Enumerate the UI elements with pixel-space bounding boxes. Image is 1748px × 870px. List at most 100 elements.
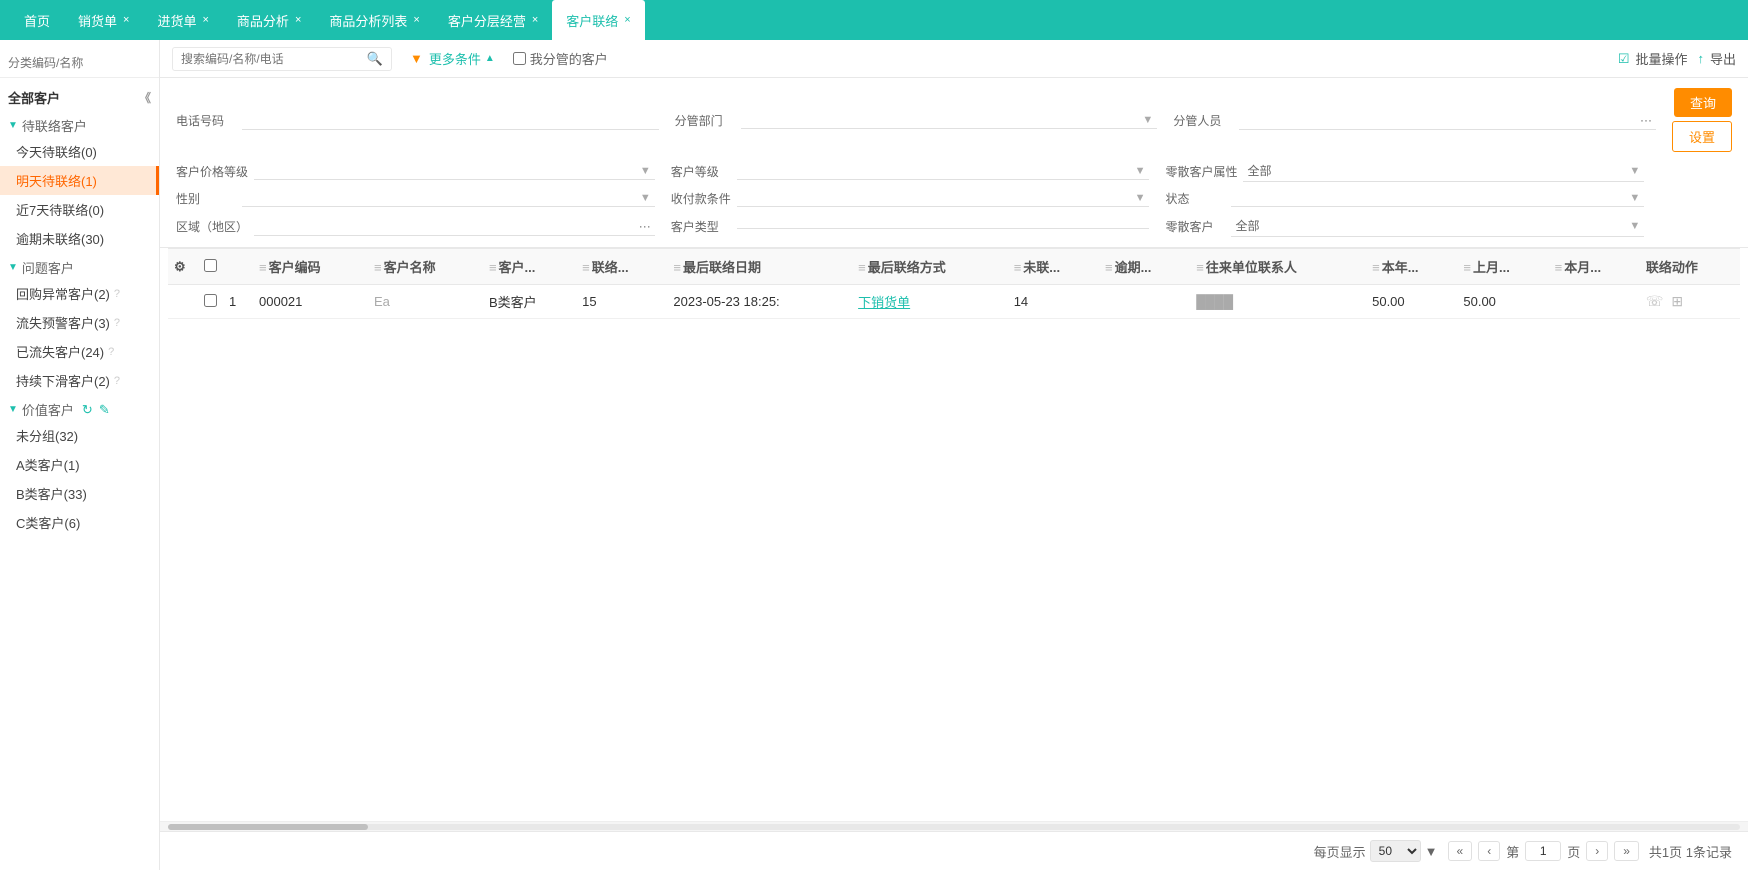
query-btn[interactable]: 查询 [1674, 88, 1732, 117]
my-customers-label: 我分管的客户 [530, 49, 608, 68]
nav-sales-order-close[interactable]: × [123, 14, 129, 26]
nav-product-analysis[interactable]: 商品分析 × [223, 0, 315, 40]
division-dept-select[interactable]: ▼ [741, 112, 1158, 129]
help-icon-2[interactable]: ? [114, 317, 120, 329]
nav-home[interactable]: 首页 [10, 0, 64, 40]
th-overdue[interactable]: ≡逾期... [1099, 249, 1190, 285]
help-icon-1[interactable]: ? [114, 288, 120, 300]
retail-attr-select[interactable]: 全部 ▼ [1243, 160, 1644, 182]
price-level-select[interactable]: ▼ [254, 163, 655, 180]
filter-search-icon[interactable]: 🔍 [367, 51, 383, 67]
page-size-select[interactable]: 2050100200 [1370, 840, 1421, 862]
nav-customer-contact-close[interactable]: × [624, 14, 630, 26]
nav-purchase-order-close[interactable]: × [202, 14, 208, 26]
payment-terms-select[interactable]: ▼ [737, 190, 1150, 207]
problem-triangle-icon: ▼ [8, 262, 18, 273]
sidebar-b-class[interactable]: B类客户(33) [0, 479, 159, 508]
more-conditions-btn[interactable]: ▼ 更多条件 ▲ [402, 46, 503, 71]
sidebar: 🔍 全部客户 《 ▼ 待联络客户 今天待联络(0) 明天待联络(1) 近7天待联… [0, 40, 160, 870]
export-btn[interactable]: ↑ 导出 [1697, 49, 1736, 68]
sidebar-search-box[interactable]: 🔍 [0, 48, 159, 78]
last-page-btn[interactable]: » [1614, 841, 1639, 861]
sidebar-c-class[interactable]: C类客户(6) [0, 508, 159, 537]
sidebar-declining[interactable]: 持续下滑客户(2) ? [0, 366, 159, 395]
value-edit-icon[interactable]: ✎ [99, 402, 110, 418]
status-field: 状态 ▼ [1165, 190, 1644, 207]
settings-icon[interactable]: ⚙ [174, 259, 186, 274]
scrollbar-track[interactable] [168, 824, 1740, 830]
sidebar-repurchase-abnormal[interactable]: 回购异常客户(2) ? [0, 279, 159, 308]
nav-product-analysis-list-close[interactable]: × [413, 14, 419, 26]
cell-last-contact-method[interactable]: 下销货单 [852, 285, 1008, 319]
page-number-input[interactable] [1525, 841, 1561, 861]
th-last-month[interactable]: ≡上月... [1457, 249, 1548, 285]
th-code[interactable]: ≡客户编码 [253, 249, 368, 285]
sidebar-search-input[interactable] [8, 56, 160, 70]
phone-input[interactable] [242, 111, 659, 130]
filter-search-input[interactable] [181, 52, 367, 66]
sidebar-tomorrow-pending[interactable]: 明天待联络(1) [0, 166, 159, 195]
division-dept-arrow: ▼ [1142, 114, 1153, 126]
row-checkbox[interactable] [204, 294, 217, 307]
contact-method-link[interactable]: 下销货单 [858, 295, 910, 310]
nav-product-analysis-list[interactable]: 商品分析列表 × [315, 0, 433, 40]
next-page-btn[interactable]: › [1586, 841, 1608, 861]
nav-customer-tier-close[interactable]: × [532, 14, 538, 26]
nav-product-analysis-close[interactable]: × [295, 14, 301, 26]
division-person-select[interactable]: ··· [1239, 111, 1656, 130]
region-dots[interactable]: ··· [639, 219, 651, 233]
sidebar-ungrouped[interactable]: 未分组(32) [0, 421, 159, 450]
status-select[interactable]: ▼ [1231, 190, 1644, 207]
th-contacts[interactable]: ≡联络... [576, 249, 667, 285]
horizontal-scrollbar[interactable] [160, 821, 1748, 831]
th-type[interactable]: ≡客户... [483, 249, 576, 285]
th-name[interactable]: ≡客户名称 [368, 249, 483, 285]
payment-terms-arrow: ▼ [1135, 192, 1146, 204]
sidebar-a-class[interactable]: A类客户(1) [0, 450, 159, 479]
setting-btn[interactable]: 设置 [1672, 121, 1732, 152]
action-grid-icon[interactable]: ⊞ [1671, 293, 1683, 310]
cell-checkbox[interactable] [198, 285, 223, 319]
sidebar-today-pending[interactable]: 今天待联络(0) [0, 137, 159, 166]
th-contact-person[interactable]: ≡往来单位联系人 [1190, 249, 1366, 285]
value-refresh-icon[interactable]: ↻ [82, 402, 93, 418]
nav-customer-contact[interactable]: 客户联络 × [552, 0, 644, 40]
nav-customer-tier[interactable]: 客户分层经营 × [434, 0, 552, 40]
customer-type-select[interactable] [737, 224, 1150, 229]
help-icon-4[interactable]: ? [114, 375, 120, 387]
pending-group: ▼ 待联络客户 [0, 111, 159, 137]
payment-terms-field: 收付款条件 ▼ [671, 190, 1150, 207]
th-uncontacted[interactable]: ≡未联... [1008, 249, 1099, 285]
action-phone-icon[interactable]: ☏ [1646, 293, 1664, 310]
first-page-btn[interactable]: « [1448, 841, 1473, 861]
region-select[interactable]: ··· [254, 217, 655, 236]
th-last-contact-date[interactable]: ≡最后联络日期 [667, 249, 852, 285]
th-current-month[interactable]: ≡本月... [1549, 249, 1640, 285]
sidebar-churned[interactable]: 已流失客户(24) ? [0, 337, 159, 366]
scrollbar-thumb[interactable] [168, 824, 368, 830]
filter-search-box[interactable]: 🔍 [172, 47, 392, 71]
all-customers-section[interactable]: 全部客户 《 [0, 84, 159, 111]
nav-purchase-order[interactable]: 进货单 × [143, 0, 222, 40]
th-current-year[interactable]: ≡本年... [1366, 249, 1457, 285]
sidebar-collapse-icon[interactable]: 《 [139, 89, 151, 106]
th-last-contact-method[interactable]: ≡最后联络方式 [852, 249, 1008, 285]
nav-product-analysis-label: 商品分析 [237, 11, 289, 30]
prev-page-btn[interactable]: ‹ [1478, 841, 1500, 861]
select-all-checkbox[interactable] [204, 259, 217, 272]
retail-customer-arrow: ▼ [1629, 220, 1640, 232]
nav-sales-order[interactable]: 销货单 × [64, 0, 143, 40]
sidebar-7days-pending[interactable]: 近7天待联络(0) [0, 195, 159, 224]
sidebar-churn-warning[interactable]: 流失预警客户(3) ? [0, 308, 159, 337]
my-customers-checkbox[interactable] [513, 52, 526, 65]
division-person-dots[interactable]: ··· [1640, 113, 1652, 127]
filter-bar: 🔍 ▼ 更多条件 ▲ 我分管的客户 ☑ 批量操作 ↑ 导出 [160, 40, 1748, 78]
sidebar-tomorrow-pending-label: 明天待联络(1) [16, 171, 97, 190]
gender-select[interactable]: ▼ [242, 190, 655, 207]
batch-op-btn[interactable]: ☑ 批量操作 [1618, 49, 1688, 68]
customer-level-select[interactable]: ▼ [737, 163, 1150, 180]
help-icon-3[interactable]: ? [108, 346, 114, 358]
retail-customer-select[interactable]: 全部 ▼ [1231, 215, 1644, 237]
my-customers-checkbox-label[interactable]: 我分管的客户 [513, 49, 608, 68]
sidebar-overdue-uncontacted[interactable]: 逾期未联络(30) [0, 224, 159, 253]
